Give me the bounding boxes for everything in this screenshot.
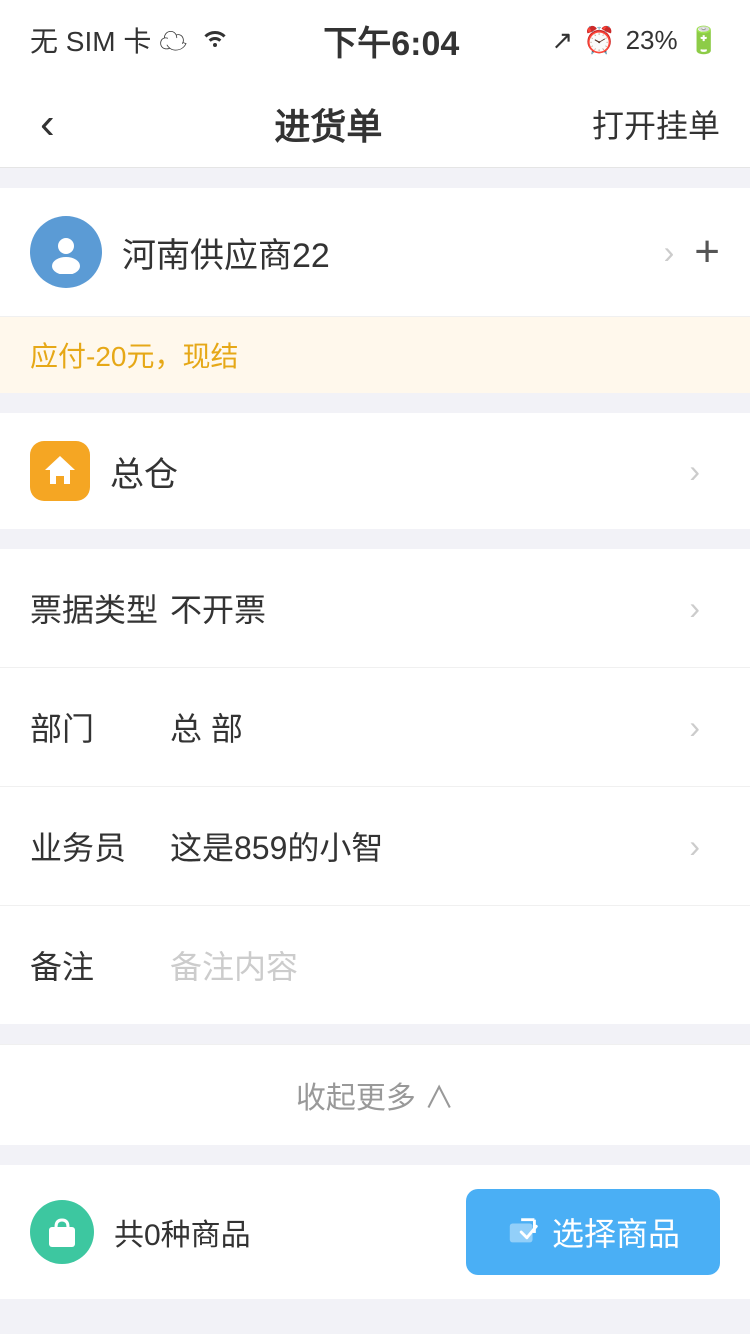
warehouse-row[interactable]: 总仓 › [0,413,750,529]
form-row-department[interactable]: 部门 总 部 › [0,668,750,787]
warehouse-chevron-icon: › [689,453,700,490]
supplier-row[interactable]: 河南供应商22 › + [0,188,750,317]
form-row-remark[interactable]: 备注 备注内容 [0,906,750,1024]
supplier-card: 河南供应商22 › + 应付-20元，现结 [0,188,750,393]
gap-warehouse [0,393,750,413]
remark-label: 备注 [30,942,170,988]
salesperson-chevron-icon: › [689,828,700,865]
status-left: 无 SIM 卡 ☁ [30,20,231,60]
location-icon: ↗ [551,25,573,56]
status-time: 下午6:04 [323,16,459,65]
salesperson-value: 这是859的小智 [170,823,689,869]
salesperson-label: 业务员 [30,823,170,869]
back-button[interactable]: ‹ [30,89,65,159]
warehouse-icon [30,441,90,501]
department-label: 部门 [30,704,170,750]
supplier-alert: 应付-20元，现结 [0,317,750,393]
remark-input[interactable]: 备注内容 [170,942,720,988]
department-chevron-icon: › [689,709,700,746]
warehouse-card: 总仓 › [0,413,750,529]
wifi-icon [199,24,231,56]
invoice-chevron-icon: › [689,590,700,627]
battery-icon: 🔋 [688,25,720,56]
select-product-button[interactable]: 选择商品 [466,1189,720,1275]
status-right: ↗ ⏰ 23% 🔋 [551,25,720,56]
add-supplier-button[interactable]: + [694,230,720,274]
supplier-name: 河南供应商22 [122,228,664,277]
battery-level: 23% [626,25,678,56]
page-title: 进货单 [274,98,382,150]
sim-status: 无 SIM 卡 ☁ [30,20,187,60]
gap-top [0,168,750,188]
collapse-button[interactable]: 收起更多 ∧ [0,1044,750,1145]
product-count: 共0种商品 [114,1210,466,1254]
supplier-avatar [30,216,102,288]
select-product-icon [506,1214,542,1250]
select-product-label: 选择商品 [552,1209,680,1255]
product-cart-icon [30,1200,94,1264]
department-value: 总 部 [170,704,689,750]
main-content: 河南供应商22 › + 应付-20元，现结 总仓 › 票据类型 不开票 [0,168,750,1334]
form-row-invoice[interactable]: 票据类型 不开票 › [0,549,750,668]
status-bar: 无 SIM 卡 ☁ 下午6:04 ↗ ⏰ 23% 🔋 [0,0,750,80]
warehouse-name: 总仓 [110,447,689,496]
open-pending-button[interactable]: 打开挂单 [592,101,720,147]
invoice-value: 不开票 [170,585,689,631]
nav-bar: ‹ 进货单 打开挂单 [0,80,750,168]
supplier-chevron-icon: › [664,234,675,271]
bottom-bar: 共0种商品 选择商品 [0,1165,750,1299]
alarm-icon: ⏰ [583,25,615,56]
invoice-label: 票据类型 [30,585,170,631]
form-section: 票据类型 不开票 › 部门 总 部 › 业务员 这是859的小智 › 备注 备注… [0,549,750,1024]
form-row-salesperson[interactable]: 业务员 这是859的小智 › [0,787,750,906]
